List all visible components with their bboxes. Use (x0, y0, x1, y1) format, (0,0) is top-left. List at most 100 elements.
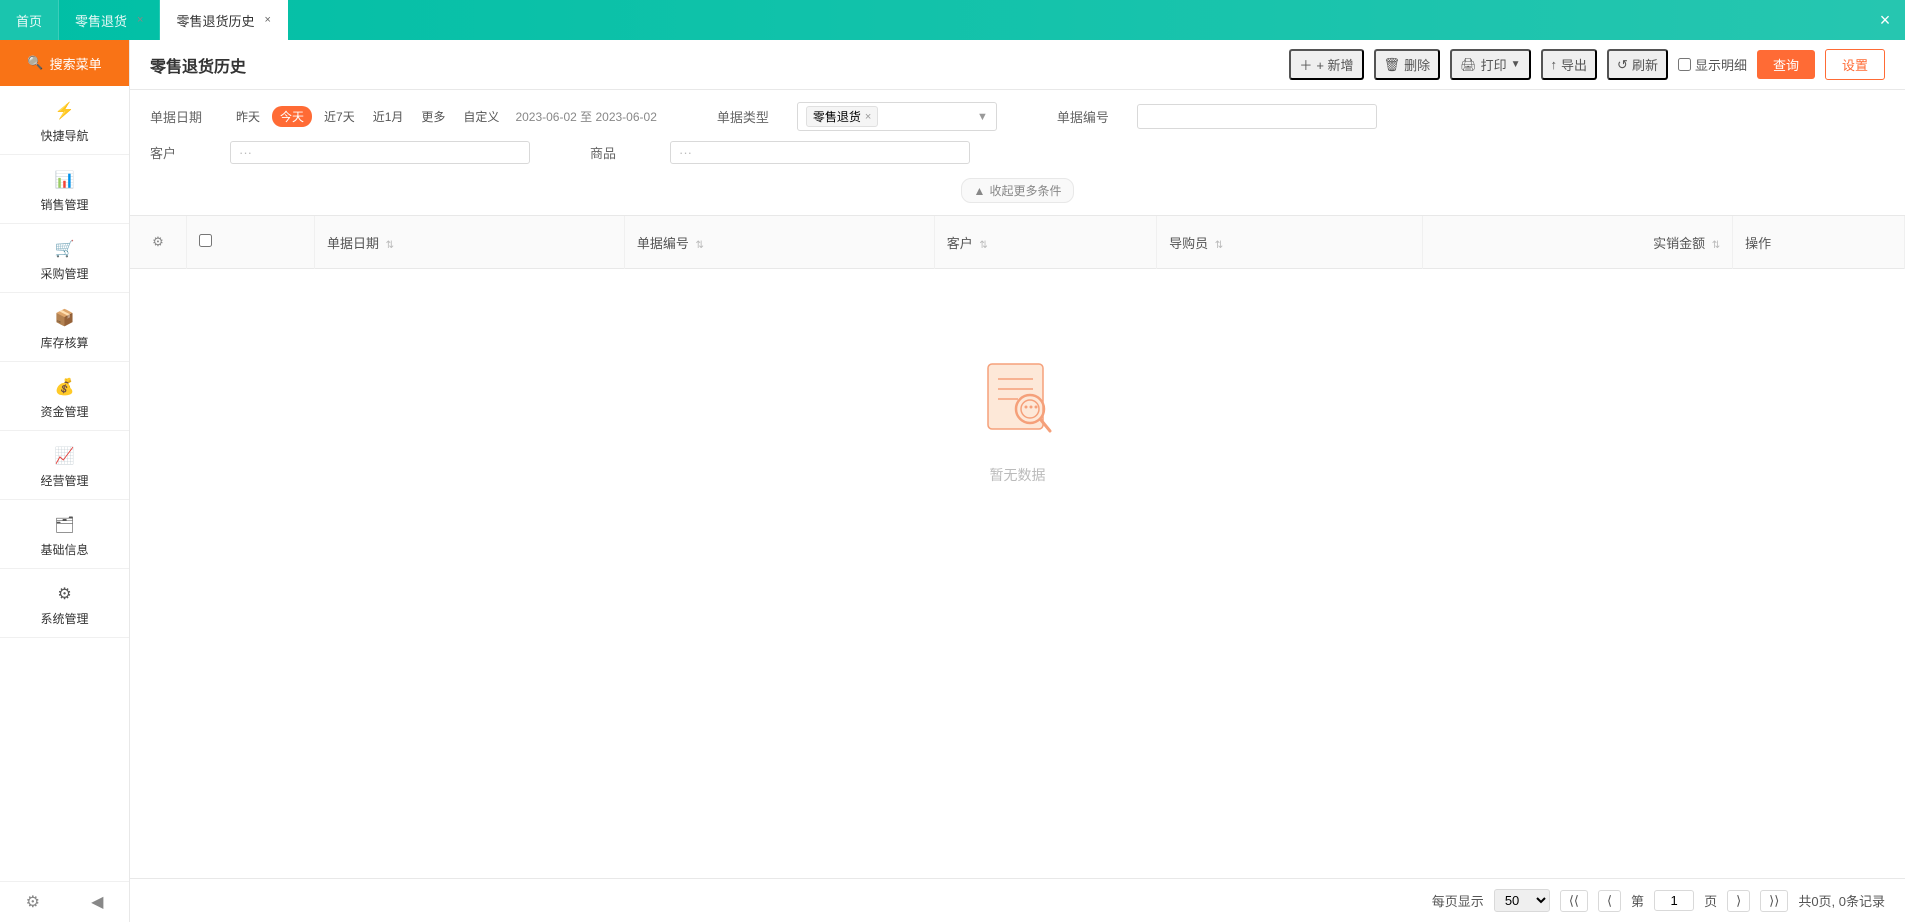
date-sort-icon[interactable]: ⇅ (386, 240, 394, 251)
main-layout: 🔍 搜索菜单 ⚡ 快捷导航 📊 销售管理 🛒 采购管理 📦 库存核算 💰 资金管… (0, 40, 1905, 922)
last-page-button[interactable]: ⟩⟩ (1760, 890, 1788, 912)
collapse-button[interactable]: ▲ 收起更多条件 (961, 178, 1075, 203)
sidebar-collapse-icon[interactable]: ◀ (91, 892, 103, 912)
date-btn-today[interactable]: 今天 (272, 106, 312, 127)
sidebar: 🔍 搜索菜单 ⚡ 快捷导航 📊 销售管理 🛒 采购管理 📦 库存核算 💰 资金管… (0, 40, 130, 922)
sidebar-item-finance[interactable]: 💰 资金管理 (0, 362, 129, 431)
th-amount-label: 实销金额 (1653, 236, 1705, 251)
sidebar-item-inventory[interactable]: 📦 库存核算 (0, 293, 129, 362)
sidebar-search[interactable]: 🔍 搜索菜单 (0, 40, 129, 86)
sidebar-bottom: ⚙ ◀ (0, 881, 129, 922)
sidebar-item-purchase[interactable]: 🛒 采购管理 (0, 224, 129, 293)
date-filter-label: 单据日期 (150, 107, 210, 126)
collapse-label: 收起更多条件 (989, 182, 1061, 199)
goods-label: 商品 (590, 143, 650, 162)
voucher-type-select[interactable]: 零售退货 × ▼ (797, 102, 997, 131)
print-button[interactable]: 🖨 打印 ▼ (1450, 49, 1530, 80)
refresh-button[interactable]: ↺ 刷新 (1607, 49, 1668, 80)
inventory-icon: 📦 (54, 307, 76, 329)
page-title: 零售退货历史 (150, 53, 246, 77)
pagination-bar: 每页显示 10 20 50 100 ⟨⟨ ⟨ 第 页 ⟩ ⟩⟩ 共0页, 0条记… (130, 878, 1905, 922)
total-info: 共0页, 0条记录 (1798, 891, 1885, 910)
page-header: 零售退货历史 ＋ + 新增 🗑 删除 🖨 打印 ▼ ↑ 导出 (130, 40, 1905, 90)
sales-icon: 📊 (54, 169, 76, 191)
operations-icon: 📈 (54, 445, 76, 467)
tab-retail-return-history-label: 零售退货历史 (176, 11, 254, 30)
th-date-label: 单据日期 (327, 236, 379, 251)
refresh-icon: ↺ (1617, 57, 1628, 73)
voucher-type-tag-close[interactable]: × (865, 111, 871, 123)
prev-page-button[interactable]: ⟨ (1598, 890, 1621, 912)
tab-retail-return-close[interactable]: × (137, 14, 143, 26)
date-btn-7days[interactable]: 近7天 (318, 106, 361, 127)
settings-button[interactable]: 设置 (1825, 49, 1885, 80)
print-dropdown-icon: ▼ (1511, 59, 1521, 70)
new-icon: ＋ (1299, 55, 1312, 74)
display-toggle: 显示明细 (1678, 55, 1747, 74)
sidebar-item-sales-label: 销售管理 (40, 196, 88, 213)
amount-sort-icon[interactable]: ⇅ (1712, 240, 1720, 251)
base-info-icon: 🗂 (54, 514, 76, 536)
table-header-row: ⚙ 单据日期 ⇅ 单据编号 ⇅ (130, 216, 1905, 269)
export-button[interactable]: ↑ 导出 (1541, 49, 1598, 80)
quick-nav-icon: ⚡ (54, 100, 76, 122)
sidebar-item-system[interactable]: ⚙ 系统管理 (0, 569, 129, 638)
sidebar-item-operations-label: 经营管理 (40, 472, 88, 489)
system-icon: ⚙ (54, 583, 76, 605)
voucher-no-input[interactable] (1137, 104, 1377, 129)
delete-button[interactable]: 🗑 删除 (1374, 49, 1441, 80)
th-checkbox (187, 216, 315, 269)
filter-area: 单据日期 昨天 今天 近7天 近1月 更多 自定义 2023-06-02 至 2… (130, 90, 1905, 216)
table-settings-icon[interactable]: ⚙ (142, 226, 174, 258)
sidebar-item-base-info[interactable]: 🗂 基础信息 (0, 500, 129, 569)
date-btn-1month[interactable]: 近1月 (367, 106, 410, 127)
filter-row-2: 客户 ··· 商品 ··· (150, 141, 1885, 164)
sidebar-item-finance-label: 资金管理 (40, 403, 88, 420)
finance-icon: 💰 (54, 376, 76, 398)
th-customer-label: 客户 (947, 236, 973, 251)
th-amount: 实销金额 ⇅ (1423, 216, 1733, 269)
tab-home[interactable]: 首页 (0, 0, 59, 40)
date-btn-more[interactable]: 更多 (415, 106, 451, 127)
print-icon: 🖨 (1460, 57, 1477, 73)
tab-retail-return-history-close[interactable]: × (264, 14, 270, 26)
th-settings: ⚙ (130, 216, 187, 269)
select-all-checkbox[interactable] (199, 234, 212, 247)
tab-bar: 首页 零售退货 × 零售退货历史 × (0, 0, 1865, 40)
voucher-type-arrow-icon: ▼ (977, 111, 988, 123)
next-page-button[interactable]: ⟩ (1727, 890, 1750, 912)
salesperson-sort-icon[interactable]: ⇅ (1215, 240, 1223, 251)
th-customer: 客户 ⇅ (934, 216, 1156, 269)
tab-retail-return[interactable]: 零售退货 × (59, 0, 160, 40)
query-button[interactable]: 查询 (1757, 50, 1815, 79)
customer-sort-icon[interactable]: ⇅ (979, 240, 987, 251)
sidebar-gear-icon[interactable]: ⚙ (26, 892, 40, 912)
per-page-select[interactable]: 10 20 50 100 (1494, 889, 1550, 912)
th-salesperson: 导购员 ⇅ (1157, 216, 1423, 269)
export-icon: ↑ (1551, 57, 1558, 72)
page-input[interactable] (1654, 890, 1694, 911)
th-salesperson-label: 导购员 (1169, 236, 1208, 251)
sidebar-item-sales[interactable]: 📊 销售管理 (0, 155, 129, 224)
display-toggle-checkbox[interactable] (1678, 58, 1691, 71)
goods-select[interactable]: ··· (670, 141, 970, 164)
new-button[interactable]: ＋ + 新增 (1289, 49, 1363, 80)
empty-state: 暂无数据 (130, 269, 1905, 565)
voucher-no-sort-icon[interactable]: ⇅ (696, 240, 704, 251)
customer-ellipsis: ··· (239, 145, 252, 160)
th-operation-label: 操作 (1745, 236, 1771, 251)
per-page-label: 每页显示 (1432, 891, 1484, 910)
sidebar-item-operations[interactable]: 📈 经营管理 (0, 431, 129, 500)
voucher-type-tag-text: 零售退货 (813, 108, 861, 125)
tab-retail-return-history[interactable]: 零售退货历史 × (160, 0, 287, 40)
date-btn-yesterday[interactable]: 昨天 (230, 106, 266, 127)
collapse-row: ▲ 收起更多条件 (150, 174, 1885, 207)
customer-select[interactable]: ··· (230, 141, 530, 164)
empty-text: 暂无数据 (990, 465, 1046, 485)
sidebar-item-quick-nav[interactable]: ⚡ 快捷导航 (0, 86, 129, 155)
first-page-button[interactable]: ⟨⟨ (1560, 890, 1588, 912)
window-close-button[interactable]: × (1865, 0, 1905, 40)
date-btn-custom[interactable]: 自定义 (457, 106, 505, 127)
table-area: ⚙ 单据日期 ⇅ 单据编号 ⇅ (130, 216, 1905, 878)
sidebar-item-purchase-label: 采购管理 (40, 265, 88, 282)
